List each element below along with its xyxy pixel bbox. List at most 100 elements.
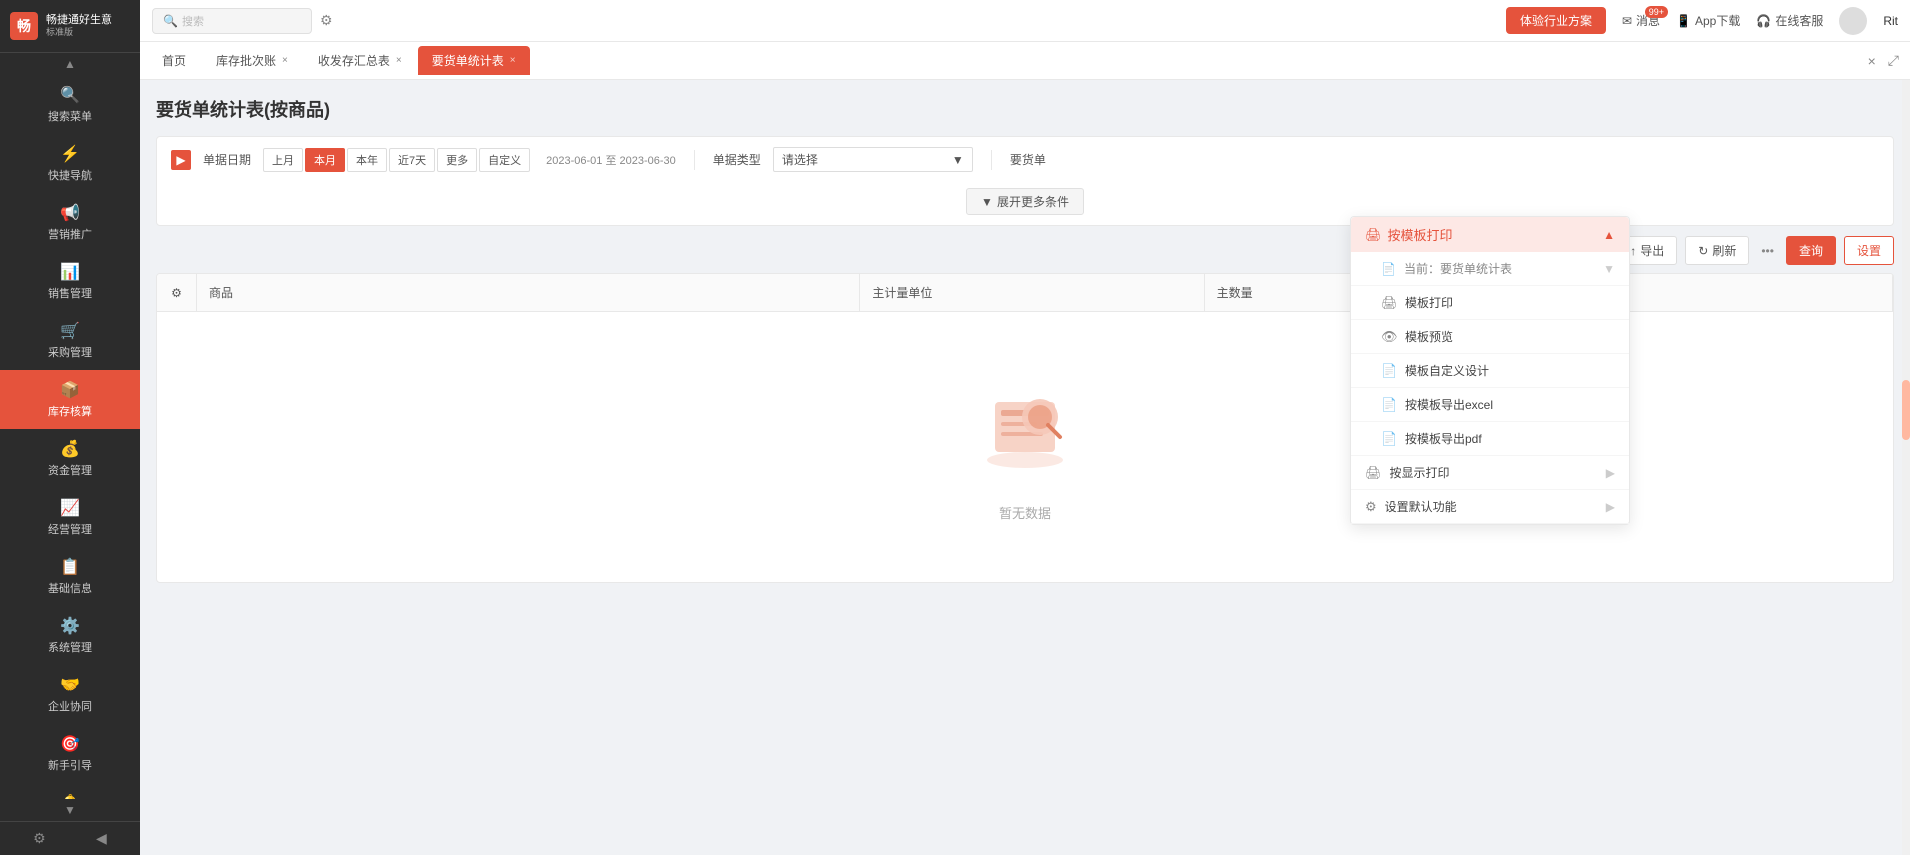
sidebar-item-basic[interactable]: 📋 基础信息	[0, 547, 140, 606]
refresh-button[interactable]: ↻ 刷新	[1685, 236, 1749, 265]
sidebar-item-sales[interactable]: 📊销售管理	[0, 252, 140, 311]
sidebar-item-label-quick-nav: 快捷导航	[48, 167, 92, 183]
dropdown-item-template-pdf[interactable]: 📄按模板导出pdf	[1351, 422, 1629, 456]
display-print-item[interactable]: 🖨 按显示打印 ▶	[1351, 456, 1629, 490]
sidebar-item-quick-nav[interactable]: ⚡ 快捷导航	[0, 134, 140, 193]
expand-more-button[interactable]: ▼ 展开更多条件	[966, 188, 1084, 215]
tab-close-all-icon[interactable]: ×	[1865, 50, 1879, 72]
table-settings-icon[interactable]: ⚙	[171, 286, 182, 300]
sidebar-item-system[interactable]: ⚙️系统管理	[0, 606, 140, 665]
date-btn-本月[interactable]: 本月	[305, 148, 345, 172]
user-avatar[interactable]	[1839, 7, 1867, 35]
right-scrollbar[interactable]	[1902, 80, 1910, 855]
filter-expand-icon[interactable]: ▶	[171, 150, 191, 170]
sidebar-item-enterprise[interactable]: 🤝 企业协同	[0, 665, 140, 724]
sidebar-item-appstore[interactable]: 🔔应用中心	[0, 783, 140, 799]
sidebar-item-purchase[interactable]: 🛒采购管理	[0, 311, 140, 370]
type-label: 单据类型	[713, 151, 761, 168]
expand-down-icon: ▼	[981, 195, 993, 209]
dropdown-close-icon[interactable]: ▲	[1603, 228, 1615, 242]
date-btn-更多[interactable]: 更多	[437, 148, 477, 172]
tabs-bar: 首页库存批次账×收发存汇总表×要货单统计表× × ⤢	[140, 42, 1910, 80]
sidebar-scroll-down[interactable]: ▼	[0, 799, 140, 821]
online-service-action[interactable]: 🎧 在线客服	[1756, 12, 1823, 29]
sidebar-item-newbie[interactable]: 🎯新手引导	[0, 724, 140, 783]
date-btn-上月[interactable]: 上月	[263, 148, 303, 172]
sidebar-item-search[interactable]: 🔍搜索菜单	[0, 75, 140, 134]
date-btn-自定义[interactable]: 自定义	[479, 148, 530, 172]
search-bar[interactable]: 🔍 搜索	[152, 8, 312, 34]
enterprise-icon: 🤝	[60, 675, 80, 695]
table-header: ⚙商品主计量单位主数量零售金额	[157, 274, 1893, 312]
tab-label-batch-account: 库存批次账	[216, 52, 276, 69]
sidebar-scroll-up[interactable]: ▲	[0, 53, 140, 75]
search-placeholder: 搜索	[182, 13, 204, 29]
sidebar-item-marketing[interactable]: 📢营销推广	[0, 193, 140, 252]
logo: 畅 畅捷通好生意 标准版	[0, 0, 140, 53]
tab-label-collect-summary: 收发存汇总表	[318, 52, 390, 69]
display-print-icon: 🖨	[1365, 465, 1382, 481]
dropdown-item-template-print[interactable]: 🖨模板打印	[1351, 286, 1629, 320]
app-download-action[interactable]: 📱 App下载	[1676, 12, 1740, 29]
quick-nav-icon: ⚡	[60, 144, 80, 164]
query-button[interactable]: 查询	[1786, 236, 1836, 265]
sidebar-item-label-basic: 基础信息	[48, 580, 92, 596]
tab-close-collect-summary[interactable]: ×	[396, 55, 402, 66]
sidebar-item-label-newbie: 新手引导	[48, 757, 92, 773]
dropdown-header-label: 按模板打印	[1388, 225, 1453, 244]
sidebar-settings-icon[interactable]: ⚙	[33, 830, 46, 847]
headset-icon: 🎧	[1756, 14, 1771, 28]
experience-button[interactable]: 体验行业方案	[1506, 7, 1606, 34]
sidebar-item-label-enterprise: 企业协同	[48, 698, 92, 714]
tab-close-order-summary[interactable]: ×	[510, 55, 516, 66]
template-excel-label: 按模板导出excel	[1405, 396, 1493, 413]
sidebar-audio-icon[interactable]: ◀	[96, 830, 107, 847]
tab-label-home: 首页	[162, 52, 186, 69]
messages-action[interactable]: ✉ 消息 99+	[1622, 12, 1660, 29]
dropdown-item-template-preview[interactable]: 👁模板预览	[1351, 320, 1629, 354]
dropdown-current-item[interactable]: 📄 当前：要货单统计表 ▼	[1351, 252, 1629, 286]
table-col-2: 主计量单位	[860, 274, 1204, 311]
sidebar: 畅 畅捷通好生意 标准版 ▲ 🔍搜索菜单 ⚡ 快捷导航 📢营销推广📊销售管理🛒采购管理…	[0, 0, 140, 855]
tab-close-batch-account[interactable]: ×	[282, 55, 288, 66]
date-btn-近7天[interactable]: 近7天	[389, 148, 435, 172]
data-table: ⚙商品主计量单位主数量零售金额 暂无数据	[156, 273, 1894, 583]
scrollbar-thumb[interactable]	[1902, 380, 1910, 440]
sidebar-item-inventory[interactable]: 📦库存核算	[0, 370, 140, 429]
app-download-label: App下载	[1695, 12, 1740, 29]
tab-order-summary[interactable]: 要货单统计表×	[418, 46, 530, 75]
template-design-label: 模板自定义设计	[1405, 362, 1489, 379]
dropdown-item-template-design[interactable]: 📄模板自定义设计	[1351, 354, 1629, 388]
default-func-label: 设置默认功能	[1385, 498, 1457, 515]
display-print-label: 按显示打印	[1390, 464, 1450, 481]
dropdown-item-template-excel[interactable]: 📄按模板导出excel	[1351, 388, 1629, 422]
type-select[interactable]: 请选择 ▼	[773, 147, 973, 172]
sidebar-item-finance[interactable]: 💰 资金管理	[0, 429, 140, 488]
finance-icon: 💰	[60, 439, 80, 459]
tab-expand-icon[interactable]: ⤢	[1885, 49, 1902, 72]
settings-button[interactable]: 设置	[1844, 236, 1894, 265]
header-settings-icon[interactable]: ⚙	[320, 12, 333, 29]
default-func-item[interactable]: ⚙ 设置默认功能 ▶	[1351, 490, 1629, 524]
empty-text: 暂无数据	[999, 503, 1051, 522]
sidebar-item-label-sales: 销售管理	[48, 285, 92, 301]
page-content: 要货单统计表(按商品) ▶ 单据日期 上月本月本年近7天更多自定义 2023-0…	[140, 80, 1910, 855]
current-chevron-icon: ▼	[1603, 262, 1615, 276]
display-print-left: 🖨 按显示打印	[1365, 464, 1450, 481]
filter-divider-2	[991, 150, 992, 170]
basic-icon: 📋	[60, 557, 80, 577]
date-label: 单据日期	[203, 151, 251, 168]
filter-row-1: ▶ 单据日期 上月本月本年近7天更多自定义 2023-06-01 至 2023-…	[171, 147, 1879, 172]
date-btn-本年[interactable]: 本年	[347, 148, 387, 172]
purchase-icon: 🛒	[60, 321, 80, 341]
dropdown-header[interactable]: 🖨 按模板打印 ▲	[1351, 217, 1629, 252]
template-print-label: 模板打印	[1405, 294, 1453, 311]
sidebar-item-operation[interactable]: 📈经营管理	[0, 488, 140, 547]
tab-collect-summary[interactable]: 收发存汇总表 ×	[304, 46, 416, 75]
sidebar-item-label-finance: 资金管理	[48, 462, 92, 478]
operation-icon: 📈	[60, 498, 80, 518]
tab-home[interactable]: 首页	[148, 46, 200, 75]
tab-batch-account[interactable]: 库存批次账 ×	[202, 46, 302, 75]
toolbar-dots[interactable]: •••	[1757, 244, 1778, 258]
print-menu-icon: 🖨	[1365, 227, 1382, 243]
